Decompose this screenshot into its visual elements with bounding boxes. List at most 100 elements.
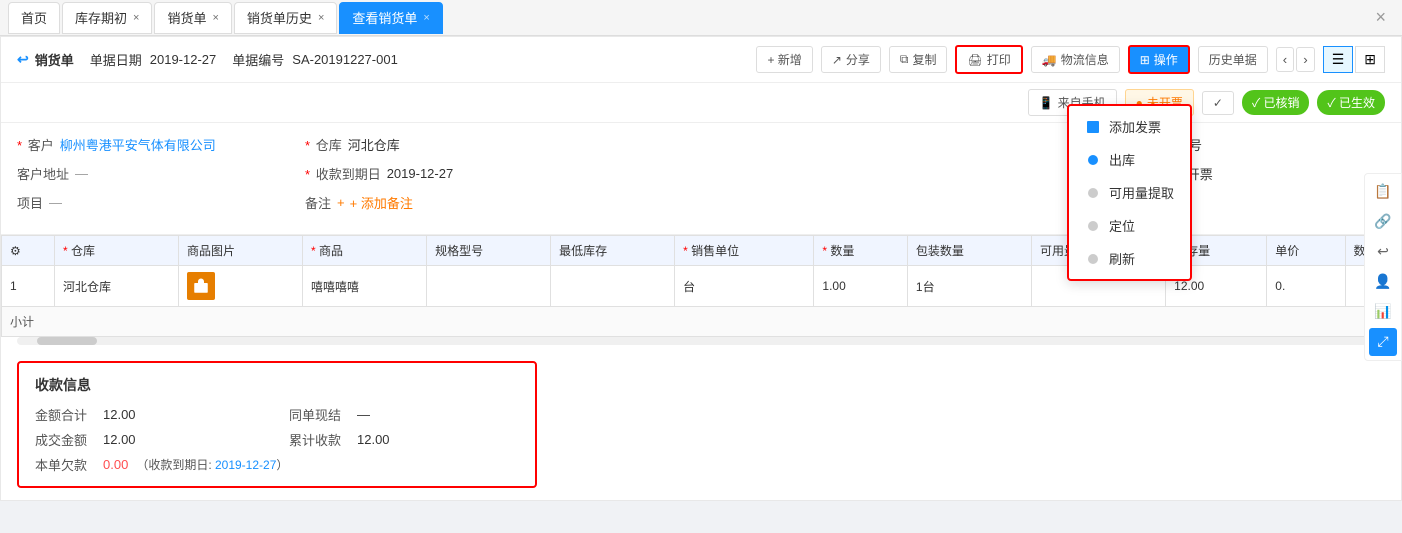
tab-bar: 首页 库存期初 × 销货单 × 销货单历史 × 查看销货单 × ×	[0, 0, 1402, 36]
sidebar-icon-1[interactable]: 📋	[1369, 178, 1397, 206]
scrollbar-thumb[interactable]	[37, 337, 97, 345]
copy-icon: ⧉	[900, 52, 909, 67]
view-toggle: ☰ ⊞	[1323, 46, 1385, 73]
sidebar-icon-3[interactable]: ↩	[1369, 238, 1397, 266]
sidebar-icon-5[interactable]: 📊	[1369, 298, 1397, 326]
effective-status-button[interactable]: ✓ 已生效	[1317, 90, 1385, 115]
col-product-img: 商品图片	[179, 236, 303, 266]
available-icon	[1085, 185, 1101, 201]
payment-grid: 金额合计 12.00 同单现结 — 成交金额 12.00 累计收款 12.00 …	[35, 405, 519, 474]
tab-inventory-init[interactable]: 库存期初 ×	[62, 2, 152, 34]
close-tab-inventory[interactable]: ×	[133, 12, 139, 24]
tab-sales-order[interactable]: 销货单 ×	[154, 2, 231, 34]
prev-button[interactable]: ‹	[1276, 47, 1294, 72]
row-img	[179, 266, 303, 307]
tab-home[interactable]: 首页	[8, 2, 60, 34]
payment-row-deal: 成交金额 12.00	[35, 430, 265, 449]
sidebar-icon-2[interactable]: 🔗	[1369, 208, 1397, 236]
copy-button[interactable]: ⧉ 复制	[889, 46, 948, 73]
list-view-button[interactable]: ☰	[1323, 46, 1354, 73]
tab-sales-history[interactable]: 销货单历史 ×	[234, 2, 337, 34]
locate-item[interactable]: 定位	[1069, 209, 1190, 242]
outbound-icon	[1085, 152, 1101, 168]
next-button[interactable]: ›	[1296, 47, 1314, 72]
col-qty: * 数量	[814, 236, 908, 266]
add-invoice-item[interactable]: 添加发票	[1069, 110, 1190, 143]
payment-date-value: 2019-12-27	[387, 166, 454, 181]
payment-section: 收款信息 金额合计 12.00 同单现结 — 成交金额 12.00 累计收款 1…	[17, 361, 537, 488]
header-actions: + 新增 ↗ 分享 ⧉ 复制 🖨 打印 🚚 物流信息	[756, 45, 1385, 74]
row-spec	[427, 266, 551, 307]
tab-bar-right-close: ×	[1367, 7, 1394, 28]
project-field: 项目 —	[17, 193, 297, 212]
row-pkg-qty: 1台	[907, 266, 1031, 307]
grid-icon: ⊞	[1140, 53, 1150, 67]
warehouse-value: 河北仓库	[348, 135, 400, 154]
address-field: 客户地址 —	[17, 164, 297, 183]
payment-row-same-settle: 同单现结 —	[289, 405, 519, 424]
close-tab-view[interactable]: ×	[423, 12, 429, 24]
right-sidebar: 📋 🔗 ↩ 👤 📊 ⤢	[1364, 173, 1402, 361]
gear-icon: ⚙	[10, 244, 21, 258]
operations-dropdown: 添加发票 出库 可用量提取 定位 刷新	[1067, 104, 1192, 281]
row-warehouse: 河北仓库	[54, 266, 178, 307]
subtotal-label: 小计	[2, 307, 1401, 337]
row-qty: 1.00	[814, 266, 908, 307]
doc-type-icon: ↩	[17, 51, 29, 68]
share-icon: ↗	[832, 53, 842, 67]
project-value: —	[49, 195, 62, 210]
confirm-button[interactable]: ✓	[1202, 91, 1234, 115]
horizontal-scrollbar[interactable]	[17, 337, 1385, 345]
address-value: —	[75, 166, 88, 181]
note-field: 备注 + + 添加备注	[305, 193, 585, 212]
operations-button[interactable]: ⊞ 操作	[1128, 45, 1190, 74]
doc-number-label: 单据编号 SA-20191227-001	[232, 50, 398, 69]
logistics-button[interactable]: 🚚 物流信息	[1031, 46, 1120, 73]
add-note-button[interactable]: + + 添加备注	[337, 193, 413, 212]
col-min-stock: 最低库存	[551, 236, 675, 266]
sidebar-icon-4[interactable]: 👤	[1369, 268, 1397, 296]
customer-field: * 客户 柳州粤港平安气体有限公司	[17, 135, 297, 154]
product-image	[187, 272, 215, 300]
row-unit: 台	[675, 266, 814, 307]
add-invoice-icon	[1085, 119, 1101, 135]
history-button[interactable]: 历史单据	[1198, 46, 1268, 73]
payment-title: 收款信息	[35, 375, 519, 395]
doc-date-label: 单据日期 2019-12-27	[90, 50, 217, 69]
share-button[interactable]: ↗ 分享	[821, 46, 881, 73]
doc-title: ↩ 销货单	[17, 50, 74, 69]
col-pkg-qty: 包装数量	[907, 236, 1031, 266]
tab-view-sales[interactable]: 查看销货单 ×	[339, 2, 442, 34]
checked-status-button[interactable]: ✓ 已核销	[1242, 90, 1310, 115]
col-gear: ⚙	[2, 236, 55, 266]
window-close-icon[interactable]: ×	[1367, 7, 1394, 27]
row-min-stock	[551, 266, 675, 307]
outbound-item[interactable]: 出库	[1069, 143, 1190, 176]
new-button[interactable]: + 新增	[756, 46, 812, 73]
row-price: 0.	[1267, 266, 1345, 307]
payment-date-field: * 收款到期日 2019-12-27	[305, 164, 585, 183]
print-button[interactable]: 🖨 打印	[955, 45, 1022, 74]
grid-view-button[interactable]: ⊞	[1355, 46, 1385, 73]
close-tab-history[interactable]: ×	[318, 12, 324, 24]
locate-icon	[1085, 218, 1101, 234]
col-price: 单价	[1267, 236, 1345, 266]
payment-row-collected: 累计收款 12.00	[289, 430, 519, 449]
mobile-icon: 📱	[1039, 96, 1054, 110]
subtotal-row: 小计	[2, 307, 1401, 337]
col-unit: * 销售单位	[675, 236, 814, 266]
payment-row-total: 金额合计 12.00	[35, 405, 265, 424]
close-tab-sales[interactable]: ×	[212, 12, 218, 24]
check-icon: ✓	[1213, 96, 1223, 110]
col-product: * 商品	[303, 236, 427, 266]
customer-value[interactable]: 柳州粤港平安气体有限公司	[60, 135, 216, 154]
sidebar-icon-6[interactable]: ⤢	[1369, 328, 1397, 356]
doc-meta: 单据日期 2019-12-27 单据编号 SA-20191227-001	[90, 50, 398, 69]
refresh-item[interactable]: 刷新	[1069, 242, 1190, 275]
refresh-icon	[1085, 251, 1101, 267]
row-product: 嘻嘻嘻嘻	[303, 266, 427, 307]
print-icon: 🖨	[967, 53, 982, 67]
row-num: 1	[2, 266, 55, 307]
available-extract-item[interactable]: 可用量提取	[1069, 176, 1190, 209]
doc-type-label: 销货单	[35, 50, 74, 69]
